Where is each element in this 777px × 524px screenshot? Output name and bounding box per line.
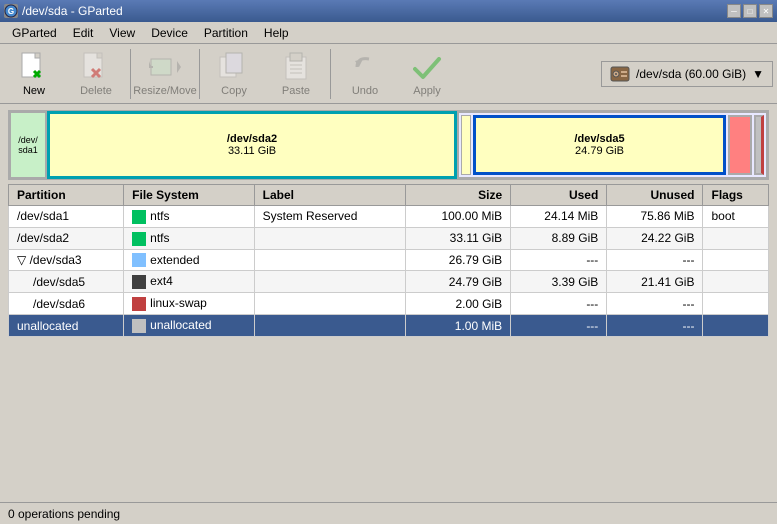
menu-gparted[interactable]: GParted xyxy=(4,24,65,42)
titlebar-buttons: ─ □ ✕ xyxy=(727,4,773,18)
toolbar-separator-3 xyxy=(330,49,331,99)
titlebar-icon: G xyxy=(4,4,18,18)
minimize-button[interactable]: ─ xyxy=(727,4,741,18)
close-button[interactable]: ✕ xyxy=(759,4,773,18)
col-used: Used xyxy=(511,185,607,206)
undo-button[interactable]: Undo xyxy=(335,47,395,101)
viz-extended-unalloc-left xyxy=(461,115,471,175)
new-icon xyxy=(18,51,50,83)
titlebar-left: G /dev/sda - GParted xyxy=(4,4,123,18)
toolbar: New Delete Resize/Move xyxy=(0,44,777,104)
new-button[interactable]: New xyxy=(4,47,64,101)
copy-label: Copy xyxy=(221,85,247,97)
copy-button[interactable]: Copy xyxy=(204,47,264,101)
viz-sda2[interactable]: /dev/sda2 33.11 GiB xyxy=(47,111,457,179)
resize-button[interactable]: Resize/Move xyxy=(135,47,195,101)
device-dropdown-icon[interactable]: ▼ xyxy=(752,67,764,81)
apply-label: Apply xyxy=(413,85,441,97)
titlebar-title: /dev/sda - GParted xyxy=(22,4,123,18)
col-label: Label xyxy=(254,185,405,206)
col-filesystem: File System xyxy=(124,185,255,206)
menubar: GParted Edit View Device Partition Help xyxy=(0,22,777,44)
status-text: 0 operations pending xyxy=(8,507,120,521)
toolbar-separator-2 xyxy=(199,49,200,99)
resize-icon xyxy=(149,51,181,83)
maximize-button[interactable]: □ xyxy=(743,4,757,18)
device-label: /dev/sda (60.00 GiB) xyxy=(636,67,746,81)
table-row[interactable]: /dev/sda2 ntfs 33.11 GiB 8.89 GiB 24.22 … xyxy=(9,227,769,249)
table-row[interactable]: unallocated unallocated 1.00 MiB --- --- xyxy=(9,315,769,337)
delete-label: Delete xyxy=(80,85,112,97)
menu-device[interactable]: Device xyxy=(143,24,196,42)
menu-edit[interactable]: Edit xyxy=(65,24,102,42)
col-partition: Partition xyxy=(9,185,124,206)
apply-icon xyxy=(411,51,443,83)
viz-sda1[interactable]: /dev/sda1 xyxy=(9,111,47,179)
disk-visualization: /dev/sda1 /dev/sda2 33.11 GiB /dev/sda5 … xyxy=(8,110,769,180)
viz-sda5[interactable]: /dev/sda5 24.79 GiB xyxy=(473,115,726,175)
apply-button[interactable]: Apply xyxy=(397,47,457,101)
statusbar: 0 operations pending xyxy=(0,502,777,524)
undo-label: Undo xyxy=(352,85,378,97)
toolbar-separator-1 xyxy=(130,49,131,99)
col-unused: Unused xyxy=(607,185,703,206)
undo-icon xyxy=(349,51,381,83)
table-row[interactable]: /dev/sda6 linux-swap 2.00 GiB --- --- xyxy=(9,293,769,315)
partition-table: Partition File System Label Size Used Un… xyxy=(8,184,769,337)
table-row[interactable]: /dev/sda1 ntfs System Reserved 100.00 Mi… xyxy=(9,206,769,228)
viz-extended[interactable]: /dev/sda5 24.79 GiB xyxy=(457,111,768,179)
resize-label: Resize/Move xyxy=(133,85,197,97)
new-label: New xyxy=(23,85,45,97)
menu-partition[interactable]: Partition xyxy=(196,24,256,42)
paste-label: Paste xyxy=(282,85,310,97)
menu-view[interactable]: View xyxy=(101,24,143,42)
titlebar: G /dev/sda - GParted ─ □ ✕ xyxy=(0,0,777,22)
delete-icon xyxy=(80,51,112,83)
table-row[interactable]: /dev/sda5 ext4 24.79 GiB 3.39 GiB 21.41 … xyxy=(9,271,769,293)
delete-button[interactable]: Delete xyxy=(66,47,126,101)
svg-text:G: G xyxy=(8,7,14,16)
paste-button[interactable]: Paste xyxy=(266,47,326,101)
paste-icon xyxy=(280,51,312,83)
viz-sda6[interactable] xyxy=(728,115,752,175)
col-flags: Flags xyxy=(703,185,769,206)
menu-help[interactable]: Help xyxy=(256,24,297,42)
table-row[interactable]: ▽ /dev/sda3 extended 26.79 GiB --- --- xyxy=(9,249,769,271)
device-info[interactable]: /dev/sda (60.00 GiB) ▼ xyxy=(601,61,773,87)
viz-unallocated[interactable] xyxy=(754,115,764,175)
disk-icon xyxy=(610,64,630,84)
copy-icon xyxy=(218,51,250,83)
col-size: Size xyxy=(405,185,510,206)
